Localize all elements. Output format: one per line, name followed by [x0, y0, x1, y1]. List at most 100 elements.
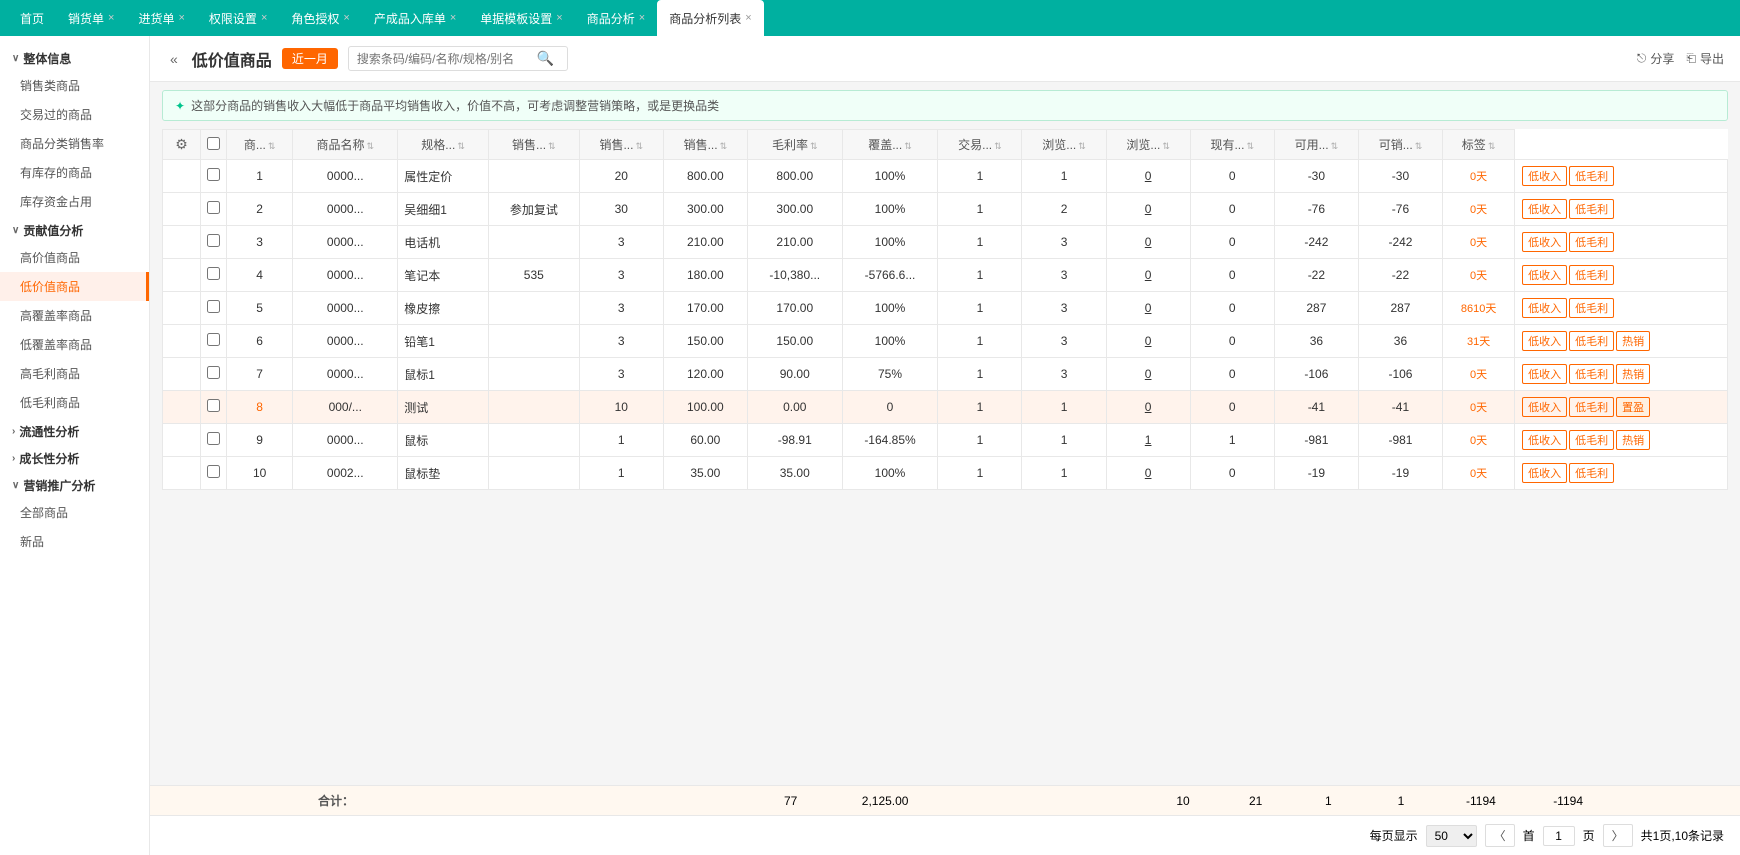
chevron-right-icon: › [12, 453, 15, 464]
export-button[interactable]: ⎗ 导出 [1686, 50, 1724, 67]
sidebar-item-high-margin[interactable]: 高毛利商品 [0, 359, 149, 388]
nav-role-auth[interactable]: 角色授权 × [279, 0, 361, 36]
sidebar-group-growth[interactable]: › 成长性分析 [0, 444, 149, 471]
nav-product-analysis-list[interactable]: 商品分析列表 × [657, 0, 763, 36]
row-spec [488, 160, 579, 193]
row-select-checkbox[interactable] [207, 201, 220, 214]
sidebar-item-sales-products[interactable]: 销售类商品 [0, 71, 149, 100]
nav-home[interactable]: 首页 [8, 0, 56, 36]
row-select-checkbox[interactable] [207, 333, 220, 346]
row-browse1: 0 [1106, 226, 1190, 259]
row-code: 0000... [293, 226, 398, 259]
sidebar-group-overall[interactable]: ∨ 整体信息 [0, 44, 149, 71]
browse1-link[interactable]: 0 [1145, 367, 1152, 381]
sidebar-item-high-coverage[interactable]: 高覆盖率商品 [0, 301, 149, 330]
row-checkbox[interactable] [201, 424, 227, 457]
close-icon[interactable]: × [745, 12, 751, 24]
row-coverage: 1 [938, 391, 1022, 424]
browse1-link[interactable]: 0 [1145, 400, 1152, 414]
row-margin: 100% [842, 292, 938, 325]
nav-product-analysis[interactable]: 商品分析 × [575, 0, 657, 36]
close-icon[interactable]: × [450, 12, 456, 24]
browse1-link[interactable]: 0 [1145, 466, 1152, 480]
sidebar-item-category-rate[interactable]: 商品分类销售率 [0, 129, 149, 158]
browse1-link[interactable]: 0 [1145, 301, 1152, 315]
sidebar-group-contribution[interactable]: ∨ 贡献值分析 [0, 216, 149, 243]
row-name: 鼠标 [398, 424, 489, 457]
info-icon: ✦ [175, 99, 185, 113]
sidebar-item-high-value[interactable]: 高价值商品 [0, 243, 149, 272]
browse1-link[interactable]: 0 [1145, 268, 1152, 282]
prev-page-button[interactable]: 〈 [1485, 824, 1515, 847]
row-code: 0000... [293, 259, 398, 292]
sidebar-item-new-products[interactable]: 新品 [0, 527, 149, 556]
search-input[interactable] [357, 52, 537, 66]
nav-template-settings[interactable]: 单据模板设置 × [468, 0, 574, 36]
row-checkbox[interactable] [201, 325, 227, 358]
sidebar-item-low-margin[interactable]: 低毛利商品 [0, 388, 149, 417]
row-checkbox[interactable] [201, 259, 227, 292]
checkbox-header[interactable] [201, 130, 227, 160]
row-checkbox[interactable] [201, 160, 227, 193]
row-select-checkbox[interactable] [207, 168, 220, 181]
nav-sales-order[interactable]: 销货单 × [56, 0, 126, 36]
nav-permission[interactable]: 权限设置 × [197, 0, 279, 36]
row-avg: 150.00 [747, 325, 842, 358]
browse1-link[interactable]: 0 [1145, 169, 1152, 183]
row-days: 0天 [1443, 457, 1515, 490]
row-select-checkbox[interactable] [207, 300, 220, 313]
search-icon[interactable]: 🔍 [537, 50, 554, 67]
sidebar-item-stock-products[interactable]: 有库存的商品 [0, 158, 149, 187]
row-qty: 10 [579, 391, 663, 424]
row-coverage: 1 [938, 160, 1022, 193]
per-page-select[interactable]: 50 100 [1426, 825, 1477, 847]
browse1-link[interactable]: 0 [1145, 202, 1152, 216]
browse1-link[interactable]: 0 [1145, 235, 1152, 249]
row-select-checkbox[interactable] [207, 432, 220, 445]
row-checkbox[interactable] [201, 292, 227, 325]
row-checkbox[interactable] [201, 226, 227, 259]
sidebar-group-marketing[interactable]: ∨ 营销推广分析 [0, 471, 149, 498]
sidebar-item-low-coverage[interactable]: 低覆盖率商品 [0, 330, 149, 359]
sidebar-item-stock-capital[interactable]: 库存资金占用 [0, 187, 149, 216]
row-checkbox[interactable] [201, 193, 227, 226]
nav-purchase-order[interactable]: 进货单 × [126, 0, 196, 36]
row-select-checkbox[interactable] [207, 234, 220, 247]
row-qty: 3 [579, 358, 663, 391]
sidebar-group-circulation[interactable]: › 流通性分析 [0, 417, 149, 444]
sidebar-item-low-value[interactable]: 低价值商品 [0, 272, 149, 301]
page-input[interactable] [1543, 826, 1575, 846]
sidebar-item-traded-products[interactable]: 交易过的商品 [0, 100, 149, 129]
row-spec [488, 325, 579, 358]
row-checkbox[interactable] [201, 391, 227, 424]
row-margin: -164.85% [842, 424, 938, 457]
select-all-checkbox[interactable] [207, 137, 220, 150]
share-button[interactable]: ⎋ 分享 [1637, 50, 1675, 67]
collapse-sidebar-button[interactable]: « [166, 51, 182, 67]
row-amount: 100.00 [663, 391, 747, 424]
browse1-link[interactable]: 1 [1145, 433, 1152, 447]
close-icon[interactable]: × [108, 12, 114, 24]
tag-badge: 低收入 [1522, 331, 1567, 351]
period-button[interactable]: 近一月 [282, 48, 338, 69]
next-page-button[interactable]: 〉 [1603, 824, 1633, 847]
close-icon[interactable]: × [556, 12, 562, 24]
row-checkbox[interactable] [201, 358, 227, 391]
close-icon[interactable]: × [261, 12, 267, 24]
row-select-checkbox[interactable] [207, 399, 220, 412]
sidebar-item-all-products[interactable]: 全部商品 [0, 498, 149, 527]
notice-text: 这部分商品的销售收入大幅低于商品平均销售收入，价值不高，可考虑调整营销策略，或是… [191, 97, 719, 114]
row-trade: 2 [1022, 193, 1106, 226]
row-select-checkbox[interactable] [207, 366, 220, 379]
row-checkbox[interactable] [201, 457, 227, 490]
row-select-checkbox[interactable] [207, 465, 220, 478]
row-select-checkbox[interactable] [207, 267, 220, 280]
close-icon[interactable]: × [178, 12, 184, 24]
close-icon[interactable]: × [343, 12, 349, 24]
close-icon[interactable]: × [639, 12, 645, 24]
gear-header[interactable]: ⚙ [163, 130, 201, 160]
tag-badge: 低收入 [1522, 430, 1567, 450]
browse1-link[interactable]: 0 [1145, 334, 1152, 348]
row-number: 5 [227, 292, 293, 325]
nav-product-stock[interactable]: 产成品入库单 × [362, 0, 468, 36]
